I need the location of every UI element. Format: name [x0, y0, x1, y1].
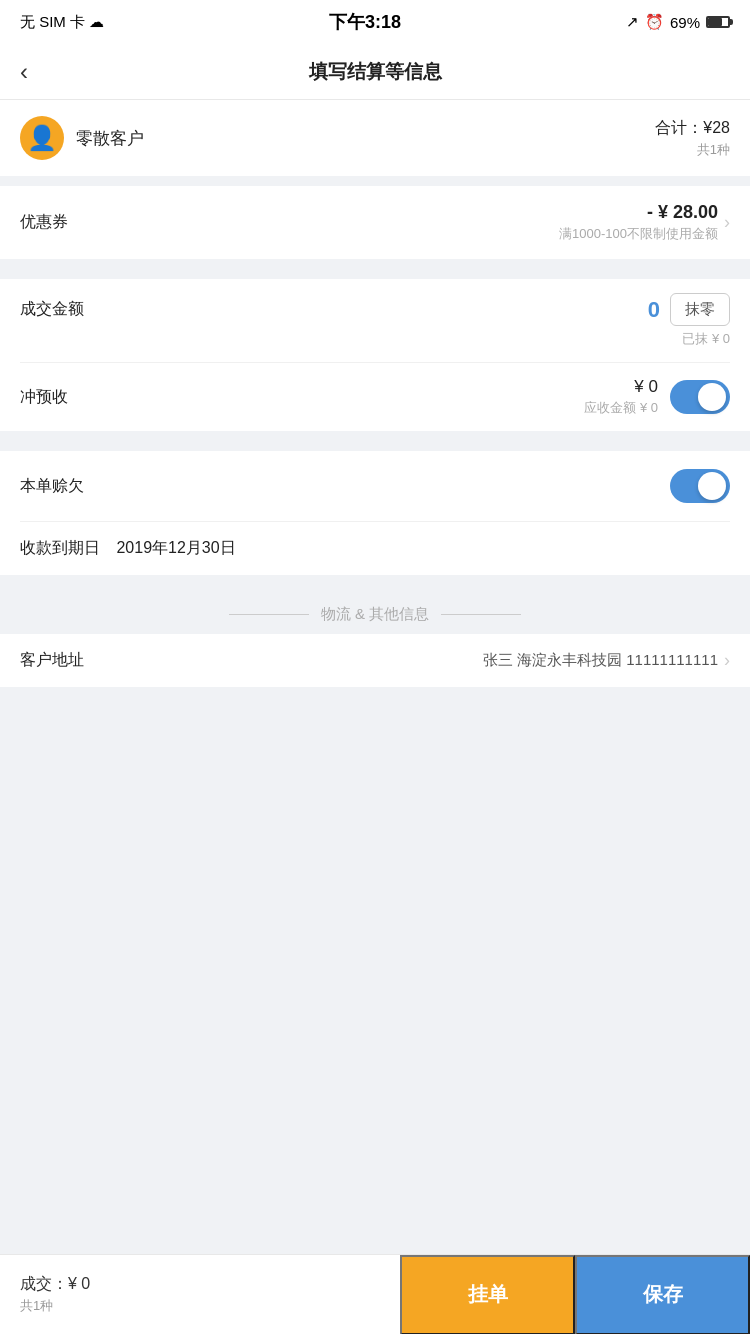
bottom-count: 共1种: [20, 1297, 380, 1315]
status-bar: 无 SIM 卡 ☁ 下午3:18 ↗ ⏰ 69%: [0, 0, 750, 44]
bottom-deal-text: 成交：: [20, 1275, 68, 1292]
address-row[interactable]: 客户地址 张三 海淀永丰科技园 11111111111 ›: [0, 634, 750, 687]
status-left: 无 SIM 卡 ☁: [20, 13, 104, 32]
sim-label: 无 SIM 卡 ☁: [20, 13, 104, 32]
battery-icon: [706, 16, 730, 28]
page-title: 填写结算等信息: [309, 59, 442, 85]
bottom-deal-label: 成交：¥ 0: [20, 1274, 380, 1295]
section-separator-3: [0, 585, 750, 595]
logistics-title: 物流 & 其他信息: [229, 605, 521, 624]
due-date-row: 收款到期日 2019年12月30日: [0, 522, 750, 575]
deal-amount: 0: [630, 297, 660, 323]
deal-top: 成交金额 0 抹零: [20, 293, 730, 326]
round-button[interactable]: 抹零: [670, 293, 730, 326]
due-date-label: 收款到期日: [20, 539, 100, 556]
debt-row: 本单赊欠: [0, 451, 750, 521]
save-button[interactable]: 保存: [575, 1255, 750, 1335]
deal-row: 成交金额 0 抹零 已抹 ¥ 0: [0, 279, 750, 362]
coupon-amount: - ¥ 28.00: [559, 202, 718, 223]
nav-bar: ‹ 填写结算等信息: [0, 44, 750, 100]
bottom-bar: 成交：¥ 0 共1种 挂单 保存: [0, 1254, 750, 1334]
customer-left: 👤 零散客户: [20, 116, 144, 160]
section-separator-1: [0, 269, 750, 279]
toggle-knob: [698, 383, 726, 411]
coupon-card: 优惠券 - ¥ 28.00 满1000-100不限制使用金额 ›: [0, 186, 750, 259]
section-separator-2: [0, 441, 750, 451]
prepay-right: ¥ 0 应收金额 ¥ 0: [584, 377, 730, 417]
avatar-icon: 👤: [27, 124, 57, 152]
total-count: 共1种: [655, 141, 730, 159]
coupon-label: 优惠券: [20, 212, 68, 233]
prepay-row: 冲预收 ¥ 0 应收金额 ¥ 0: [0, 363, 750, 431]
due-date-value: 2019年12月30日: [116, 539, 235, 556]
address-label: 客户地址: [20, 650, 84, 671]
bottom-deal-amount: ¥ 0: [68, 1275, 90, 1292]
coupon-value: - ¥ 28.00 满1000-100不限制使用金额: [559, 202, 718, 243]
chevron-right-icon: ›: [724, 212, 730, 233]
bottom-summary: 成交：¥ 0 共1种: [0, 1274, 400, 1315]
prepay-value: ¥ 0 应收金额 ¥ 0: [584, 377, 658, 417]
hang-button[interactable]: 挂单: [400, 1255, 575, 1335]
debt-toggle-knob: [698, 472, 726, 500]
alarm-icon: ⏰: [645, 13, 664, 31]
coupon-desc: 满1000-100不限制使用金额: [559, 225, 718, 243]
back-button[interactable]: ‹: [20, 58, 28, 86]
coupon-right: - ¥ 28.00 满1000-100不限制使用金额 ›: [559, 202, 730, 243]
deal-right: 0 抹零: [630, 293, 730, 326]
address-card: 客户地址 张三 海淀永丰科技园 11111111111 ›: [0, 634, 750, 687]
customer-summary: 合计：¥28 共1种: [655, 118, 730, 159]
customer-name: 零散客户: [76, 127, 144, 150]
prepay-receivable: 应收金额 ¥ 0: [584, 399, 658, 417]
avatar: 👤: [20, 116, 64, 160]
coupon-row[interactable]: 优惠券 - ¥ 28.00 满1000-100不限制使用金额 ›: [0, 186, 750, 259]
debt-toggle[interactable]: [670, 469, 730, 503]
customer-row: 👤 零散客户 合计：¥28 共1种: [0, 100, 750, 176]
customer-card: 👤 零散客户 合计：¥28 共1种: [0, 100, 750, 176]
prepay-toggle[interactable]: [670, 380, 730, 414]
main-content: 👤 零散客户 合计：¥28 共1种 优惠券 - ¥ 28.00 满1000-10…: [0, 100, 750, 987]
deal-card: 成交金额 0 抹零 已抹 ¥ 0 冲预收 ¥ 0 应收金额 ¥ 0: [0, 279, 750, 431]
prepay-amount: ¥ 0: [584, 377, 658, 397]
status-time: 下午3:18: [329, 10, 401, 34]
deal-sub: 已抹 ¥ 0: [20, 330, 730, 348]
deal-label: 成交金额: [20, 299, 84, 320]
address-value: 张三 海淀永丰科技园 11111111111: [100, 651, 718, 670]
prepay-label: 冲预收: [20, 387, 68, 408]
debt-card: 本单赊欠 收款到期日 2019年12月30日: [0, 451, 750, 575]
status-right: ↗ ⏰ 69%: [626, 13, 730, 31]
battery-label: 69%: [670, 14, 700, 31]
empty-space: [0, 697, 750, 897]
total-label: 合计：¥28: [655, 118, 730, 139]
location-icon: ↗: [626, 13, 639, 31]
address-chevron-icon: ›: [724, 650, 730, 671]
debt-label: 本单赊欠: [20, 476, 84, 497]
logistics-header: 物流 & 其他信息: [0, 595, 750, 634]
